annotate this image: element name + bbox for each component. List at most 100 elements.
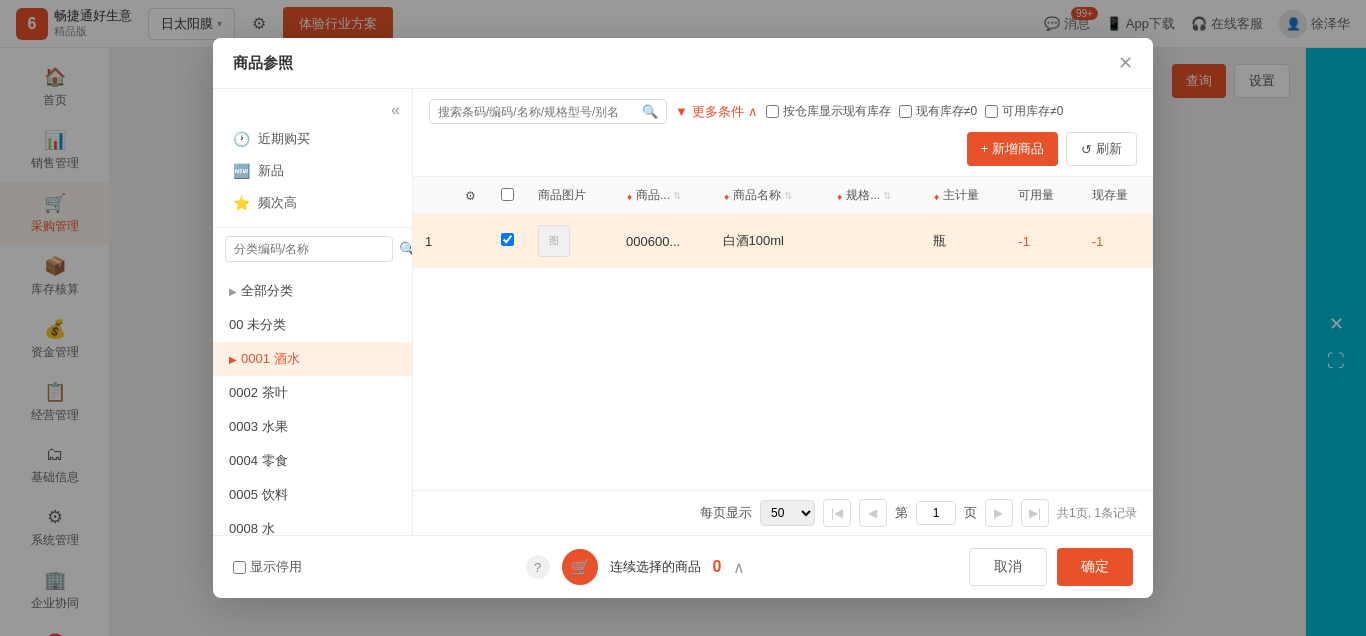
next-page-button[interactable]: ▶	[985, 499, 1013, 527]
per-page-label: 每页显示	[700, 504, 752, 522]
help-icon[interactable]: ?	[526, 555, 550, 579]
col-code-header: ⬧ 商品... ⇅	[614, 177, 711, 215]
col-image-header: 商品图片	[526, 177, 614, 215]
footer-right: 取消 确定	[969, 548, 1133, 586]
cell-checkbox	[489, 215, 526, 268]
category-search-area: 🔍	[213, 228, 412, 270]
col-settings: ⚙	[453, 177, 489, 215]
footer-left: 显示停用	[233, 558, 302, 576]
new-icon: 🆕	[233, 163, 250, 179]
category-item-0004[interactable]: 0004 零食	[213, 444, 412, 478]
confirm-button[interactable]: 确定	[1057, 548, 1133, 586]
pagination-bar: 每页显示 50 100 200 |◀ ◀ 第 页 ▶ ▶| 共1页, 1条记录	[413, 490, 1153, 535]
refresh-icon: ↺	[1081, 142, 1092, 157]
modal-left-panel: « 🕐 近期购买 🆕 新品 ⭐ 频次高	[213, 89, 413, 535]
collapse-icon[interactable]: «	[391, 101, 400, 119]
cell-index: 1	[413, 215, 453, 268]
modal-close-button[interactable]: ✕	[1118, 52, 1133, 74]
product-reference-modal: 商品参照 ✕ « 🕐 近期购买 🆕 新品	[213, 38, 1153, 598]
sort-icon: ⬧	[933, 189, 940, 203]
category-item-00[interactable]: 00 未分类	[213, 308, 412, 342]
category-label: 0002 茶叶	[229, 384, 288, 402]
modal-right-panel: 🔍 ▼ 更多条件 ∧ 按仓库显示现有库存 现有库存≠0	[413, 89, 1153, 535]
quick-links: « 🕐 近期购买 🆕 新品 ⭐ 频次高	[213, 101, 412, 228]
col-available-header: 可用量	[1006, 177, 1079, 215]
category-label: 0008 水	[229, 520, 275, 535]
quick-link-label: 近期购买	[258, 130, 310, 148]
cell-available: -1	[1006, 215, 1079, 268]
category-label: 0004 零食	[229, 452, 288, 470]
quick-link-frequent[interactable]: ⭐ 频次高	[225, 187, 400, 219]
cell-image: 图	[526, 215, 614, 268]
first-page-button[interactable]: |◀	[823, 499, 851, 527]
product-table: ⚙ 商品图片 ⬧	[413, 177, 1153, 268]
show-disabled-checkbox[interactable]: 显示停用	[233, 558, 302, 576]
sort-arrow-icon: ⇅	[673, 190, 681, 201]
page-number-input[interactable]	[916, 501, 956, 525]
quick-link-label: 新品	[258, 162, 284, 180]
col-index	[413, 177, 453, 215]
star-icon: ⭐	[233, 195, 250, 211]
category-item-0005[interactable]: 0005 饮料	[213, 478, 412, 512]
sort-arrow-icon: ⇅	[883, 190, 891, 201]
page-label: 页	[964, 504, 977, 522]
per-page-select[interactable]: 50 100 200	[760, 500, 815, 526]
category-search-input[interactable]	[225, 236, 393, 262]
collapse-footer-icon[interactable]: ∧	[733, 558, 745, 577]
clock-icon: 🕐	[233, 131, 250, 147]
category-arrow-icon: ▶	[229, 286, 237, 297]
add-product-button[interactable]: + 新增商品	[967, 132, 1058, 166]
row-checkbox[interactable]	[501, 233, 514, 246]
cancel-button[interactable]: 取消	[969, 548, 1047, 586]
cell-name: 白酒100ml	[711, 215, 825, 268]
category-item-0002[interactable]: 0002 茶叶	[213, 376, 412, 410]
category-item-0008[interactable]: 0008 水	[213, 512, 412, 535]
category-item-0001[interactable]: ▶ 0001 酒水	[213, 342, 412, 376]
category-label: 0005 饮料	[229, 486, 288, 504]
last-page-button[interactable]: ▶|	[1021, 499, 1049, 527]
sort-icon: ⬧	[723, 189, 730, 203]
product-search-input[interactable]	[438, 105, 638, 119]
cart-button[interactable]: 🛒	[562, 549, 598, 585]
sort-icon: ⬧	[836, 189, 843, 203]
table-header-row: ⚙ 商品图片 ⬧	[413, 177, 1153, 215]
modal-overlay: 商品参照 ✕ « 🕐 近期购买 🆕 新品	[0, 0, 1366, 636]
cell-spec	[824, 215, 921, 268]
product-table-body: 1 图 000600... 白酒100ml	[413, 215, 1153, 268]
refresh-button[interactable]: ↺ C 刷新 刷新	[1066, 132, 1137, 166]
stock-nonzero-checkbox[interactable]: 现有库存≠0	[899, 103, 977, 120]
prev-page-button[interactable]: ◀	[859, 499, 887, 527]
category-item-0003[interactable]: 0003 水果	[213, 410, 412, 444]
category-label: 0001 酒水	[241, 350, 300, 368]
gear-icon[interactable]: ⚙	[465, 189, 476, 203]
sort-icon: ⬧	[626, 189, 633, 203]
col-stock-header: 现存量	[1080, 177, 1153, 215]
page-info: 共1页, 1条记录	[1057, 505, 1137, 522]
category-label: 00 未分类	[229, 316, 286, 334]
col-checkbox	[489, 177, 526, 215]
modal-actions: + 新增商品 ↺ C 刷新 刷新	[967, 132, 1137, 166]
cell-code: 000600...	[614, 215, 711, 268]
table-row[interactable]: 1 图 000600... 白酒100ml	[413, 215, 1153, 268]
category-item-all[interactable]: ▶ 全部分类	[213, 274, 412, 308]
col-spec-header: ⬧ 规格... ⇅	[824, 177, 921, 215]
category-arrow-icon: ▶	[229, 354, 237, 365]
modal-toolbar: 🔍 ▼ 更多条件 ∧ 按仓库显示现有库存 现有库存≠0	[413, 89, 1153, 177]
quick-link-recent[interactable]: 🕐 近期购买	[225, 123, 400, 155]
filter-icon: ▼	[675, 104, 688, 119]
warehouse-display-checkbox[interactable]: 按仓库显示现有库存	[766, 103, 891, 120]
page-num-label: 第	[895, 504, 908, 522]
modal-body: « 🕐 近期购买 🆕 新品 ⭐ 频次高	[213, 89, 1153, 535]
category-search-icon[interactable]: 🔍	[399, 241, 413, 257]
cell-unit: 瓶	[921, 215, 1007, 268]
modal-title: 商品参照	[233, 54, 293, 73]
modal-header: 商品参照 ✕	[213, 38, 1153, 89]
cell-stock: -1	[1080, 215, 1153, 268]
search-icon[interactable]: 🔍	[642, 104, 658, 119]
col-unit-header: ⬧ 主计量	[921, 177, 1007, 215]
filter-more-button[interactable]: ▼ 更多条件 ∧	[675, 103, 758, 121]
available-nonzero-checkbox[interactable]: 可用库存≠0	[985, 103, 1063, 120]
select-all-checkbox[interactable]	[501, 188, 514, 201]
quick-link-new[interactable]: 🆕 新品	[225, 155, 400, 187]
product-thumbnail: 图	[538, 225, 570, 257]
